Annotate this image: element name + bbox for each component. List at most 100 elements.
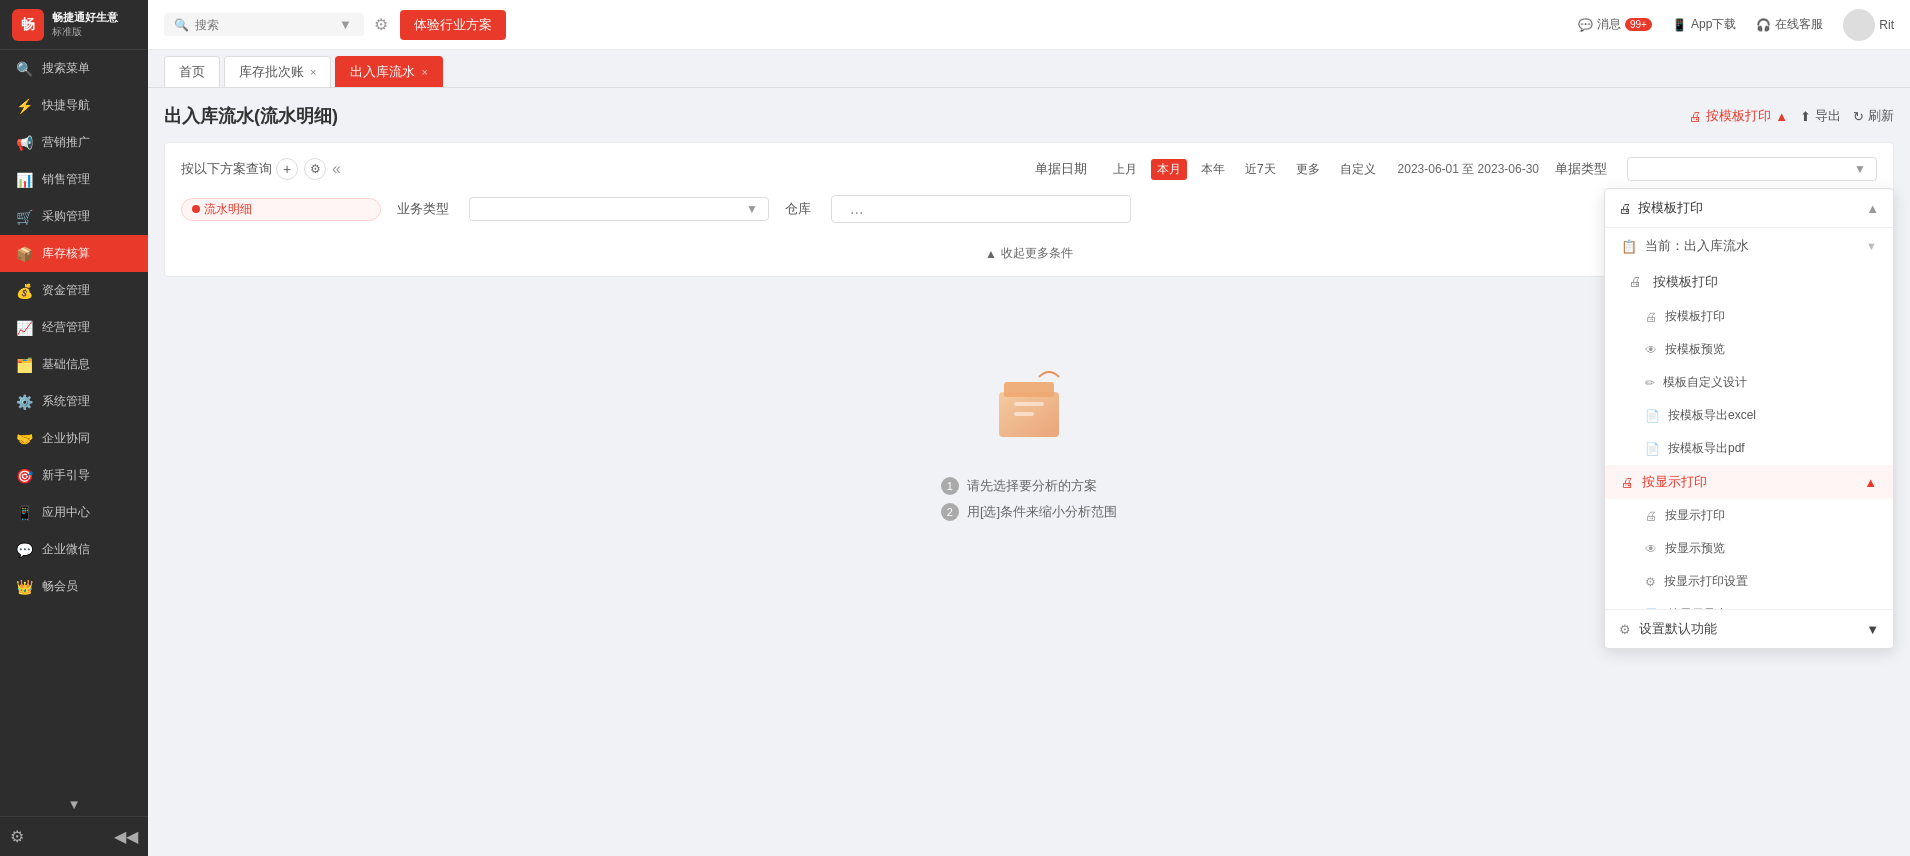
sidebar-item-search[interactable]: 🔍 搜索菜单	[0, 50, 148, 87]
svg-rect-2	[1014, 402, 1044, 406]
sidebar-item-marketing[interactable]: 📢 营销推广	[0, 124, 148, 161]
filter-collapse-icon[interactable]: «	[332, 160, 341, 178]
filter-setting-btn[interactable]: ⚙	[304, 158, 326, 180]
chip-label: 流水明细	[204, 201, 252, 218]
tab-stock-flow[interactable]: 出入库流水 ×	[335, 56, 442, 87]
search-dropdown-icon[interactable]: ▼	[339, 17, 352, 32]
scroll-down-btn[interactable]: ▼	[67, 797, 80, 812]
search-icon: 🔍	[174, 18, 189, 32]
collapse-sidebar-icon[interactable]: ◀◀	[114, 827, 138, 846]
message-badge: 99+	[1625, 18, 1652, 31]
sidebar-item-member[interactable]: 👑 畅会员	[0, 568, 148, 605]
sidebar-item-inventory[interactable]: 📦 库存核算	[0, 235, 148, 272]
nav-label-system: 系统管理	[42, 393, 134, 410]
page-header: 出入库流水(流水明细) 🖨 按模板打印 ▲ ⬆ 导出 ↻ 刷新	[164, 104, 1894, 128]
nav-icon-guide: 🎯	[14, 468, 34, 484]
dropdown-subitem-display-preview[interactable]: 👁 按显示预览	[1605, 532, 1893, 565]
sidebar-item-apps[interactable]: 📱 应用中心	[0, 494, 148, 531]
sidebar-item-operations[interactable]: 📈 经营管理	[0, 309, 148, 346]
empty-icon	[979, 357, 1079, 457]
topbar: 🔍 ▼ ⚙ 体验行业方案 💬 消息 99+ 📱 App下载 🎧 在线客服 Rit	[148, 0, 1910, 50]
dropdown-subitem-template-pdf[interactable]: 📄 按模板导出pdf	[1605, 432, 1893, 465]
online-service-btn[interactable]: 🎧 在线客服	[1756, 16, 1823, 33]
sidebar-item-system[interactable]: ⚙️ 系统管理	[0, 383, 148, 420]
industry-btn[interactable]: 体验行业方案	[400, 10, 506, 40]
filter-add-btn[interactable]: +	[276, 158, 298, 180]
nav-icon-operations: 📈	[14, 320, 34, 336]
close-tab-batch[interactable]: ×	[310, 66, 316, 78]
topbar-search-box[interactable]: 🔍 ▼	[164, 13, 364, 36]
logo-icon: 畅	[12, 9, 44, 41]
sidebar-scroll-down[interactable]: ▼	[0, 793, 148, 816]
template-print-icon: 🖨	[1629, 274, 1645, 290]
filter-row-1: 按以下方案查询 + ⚙ « 单据日期 上月 本月 本年 近7天 更多 自定义 2…	[181, 157, 1877, 181]
date-tab-this-month[interactable]: 本月	[1151, 159, 1187, 180]
user-area[interactable]: Rit	[1843, 9, 1894, 41]
search-input[interactable]	[195, 18, 335, 32]
sidebar-item-sales[interactable]: 📊 销售管理	[0, 161, 148, 198]
date-tab-7days[interactable]: 近7天	[1239, 159, 1282, 180]
nav-icon-purchase: 🛒	[14, 209, 34, 225]
refresh-btn[interactable]: ↻ 刷新	[1853, 107, 1894, 125]
page-content: 出入库流水(流水明细) 🖨 按模板打印 ▲ ⬆ 导出 ↻ 刷新	[148, 88, 1910, 856]
dropdown-subitem-template-print[interactable]: 🖨 按模板打印	[1605, 300, 1893, 333]
tab-home[interactable]: 首页	[164, 56, 220, 87]
sidebar-item-quick-nav[interactable]: ⚡ 快捷导航	[0, 87, 148, 124]
type-label: 单据类型	[1555, 160, 1607, 178]
dropdown-chevron-up[interactable]: ▲	[1866, 201, 1879, 216]
dropdown-item-template-print-header[interactable]: 🖨 按模板打印	[1605, 264, 1893, 300]
nav-label-search: 搜索菜单	[42, 60, 134, 77]
empty-steps: 1 请先选择要分析的方案 2 用[选]条件来缩小分析范围	[941, 477, 1117, 521]
message-btn[interactable]: 💬 消息 99+	[1578, 16, 1652, 33]
dropdown-subitem-display-print[interactable]: 🖨 按显示打印	[1605, 499, 1893, 532]
sub-pdf-icon-1: 📄	[1645, 442, 1660, 456]
close-tab-stock[interactable]: ×	[421, 66, 427, 78]
sub-preview-icon-1: 👁	[1645, 343, 1657, 357]
nav-icon-marketing: 📢	[14, 135, 34, 151]
logo-text: 畅捷通好生意 标准版	[52, 10, 118, 39]
export-btn[interactable]: ⬆ 导出	[1800, 107, 1841, 125]
tab-batch-account[interactable]: 库存批次账 ×	[224, 56, 331, 87]
avatar	[1843, 9, 1875, 41]
date-tab-more[interactable]: 更多	[1290, 159, 1326, 180]
nav-icon-member: 👑	[14, 579, 34, 595]
dropdown-subitem-display-settings[interactable]: ⚙ 按显示打印设置	[1605, 565, 1893, 598]
sidebar: 畅 畅捷通好生意 标准版 🔍 搜索菜单 ⚡ 快捷导航 📢 营销推广 📊 销售管理…	[0, 0, 148, 856]
sidebar-item-basic[interactable]: 🗂️ 基础信息	[0, 346, 148, 383]
dropdown-subitem-template-design[interactable]: ✏ 模板自定义设计	[1605, 366, 1893, 399]
refresh-icon: ↻	[1853, 109, 1864, 124]
dropdown-subitem-template-excel[interactable]: 📄 按模板导出excel	[1605, 399, 1893, 432]
sidebar-item-purchase[interactable]: 🛒 采购管理	[0, 198, 148, 235]
sidebar-item-guide[interactable]: 🎯 新手引导	[0, 457, 148, 494]
date-tab-custom[interactable]: 自定义	[1334, 159, 1382, 180]
print-template-btn[interactable]: 🖨 按模板打印 ▲	[1689, 107, 1788, 125]
page-title: 出入库流水(流水明细)	[164, 104, 338, 128]
filter-chip[interactable]: 流水明细	[181, 198, 381, 221]
nav-label-finance: 资金管理	[42, 282, 134, 299]
sidebar-item-wecom[interactable]: 💬 企业微信	[0, 531, 148, 568]
print-header-icon: 🖨	[1619, 201, 1632, 216]
sidebar-item-finance[interactable]: 💰 资金管理	[0, 272, 148, 309]
dropdown-subitem-display-excel[interactable]: 📄 按显示导出excel	[1605, 598, 1893, 609]
business-type-select[interactable]: ▼	[469, 197, 769, 221]
tabs-bar: 首页 库存批次账 × 出入库流水 ×	[148, 50, 1910, 88]
dropdown-subitem-template-preview[interactable]: 👁 按模板预览	[1605, 333, 1893, 366]
date-tab-last-month[interactable]: 上月	[1107, 159, 1143, 180]
nav-label-member: 畅会员	[42, 578, 134, 595]
nav-label-basic: 基础信息	[42, 356, 134, 373]
dropdown-footer[interactable]: ⚙ 设置默认功能 ▼	[1605, 609, 1893, 648]
date-tab-this-year[interactable]: 本年	[1195, 159, 1231, 180]
dropdown-section-display-print[interactable]: 🖨 按显示打印 ▲	[1605, 465, 1893, 499]
warehouse-more-btn[interactable]: ...	[850, 200, 863, 218]
headset-icon: 🎧	[1756, 18, 1771, 32]
settings-icon[interactable]: ⚙	[10, 827, 24, 846]
collapse-btn[interactable]: ▲ 收起更多条件	[985, 245, 1073, 262]
app-download-btn[interactable]: 📱 App下载	[1672, 16, 1736, 33]
sidebar-item-collab[interactable]: 🤝 企业协同	[0, 420, 148, 457]
business-select-arrow: ▼	[746, 202, 758, 216]
warehouse-select[interactable]: ...	[831, 195, 1131, 223]
export-icon: ⬆	[1800, 109, 1811, 124]
type-select[interactable]: ▼	[1627, 157, 1877, 181]
print-dropdown-panel: 🖨 按模板打印 ▲ 📋 当前：出入库流水 ▼ 🖨 按模板打印	[1604, 188, 1894, 649]
topbar-settings-icon[interactable]: ⚙	[374, 15, 388, 34]
